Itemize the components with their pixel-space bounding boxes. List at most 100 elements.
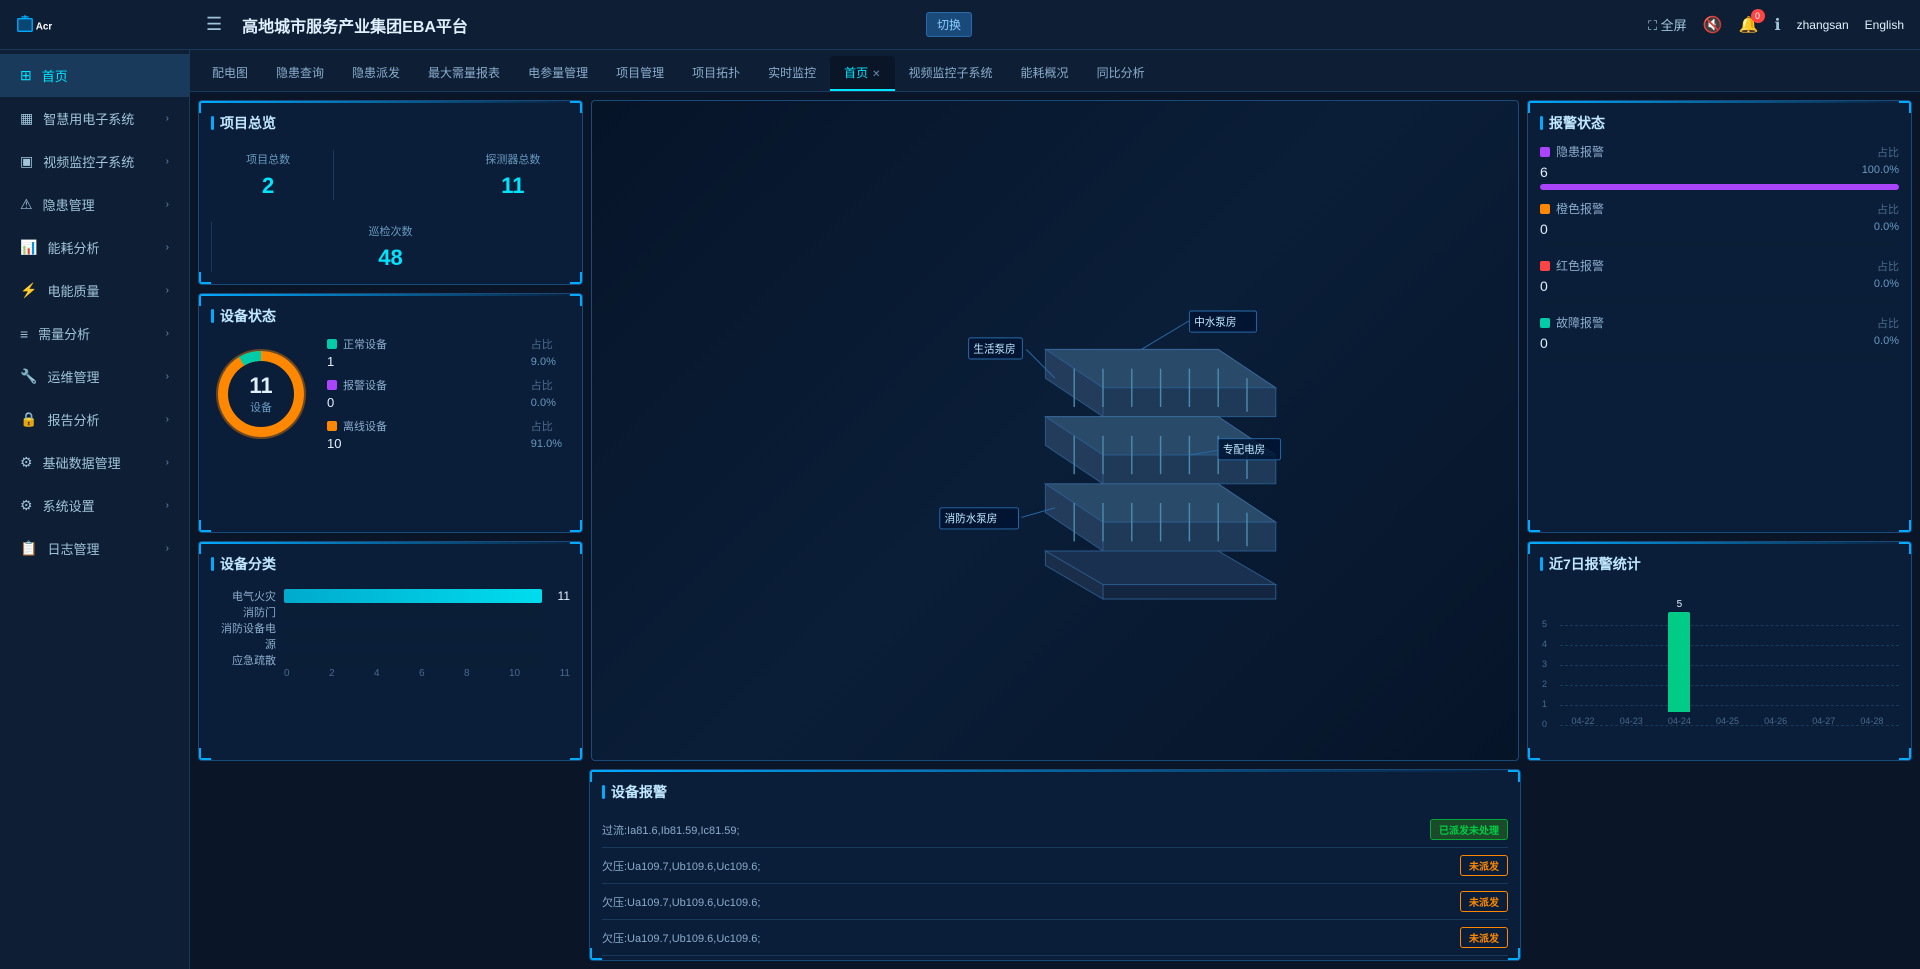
sidebar-icon-system-settings: ⚙	[20, 497, 33, 514]
sidebar-icon-log-management: 📋	[20, 540, 37, 557]
sidebar-icon-demand-analysis: ≡	[20, 326, 28, 342]
recent-alarms-title: 近7日报警统计	[1540, 554, 1899, 574]
sidebar-item-ops-management[interactable]: 🔧 运维管理 ›	[0, 355, 189, 398]
donut-number: 11	[249, 373, 272, 399]
svg-text:生活泵房: 生活泵房	[973, 342, 1015, 355]
volume-icon[interactable]: 🔇	[1703, 15, 1723, 35]
sidebar-icon-power-quality: ⚡	[20, 282, 37, 299]
nav-tab-同比分析[interactable]: 同比分析	[1083, 56, 1159, 91]
nav-tab-项目拓扑[interactable]: 项目拓扑	[678, 56, 754, 91]
device-alarms-panel: 设备报警 过流:Ia81.6,Ib81.59,Ic81.59; 已派发未处理 欠…	[589, 769, 1521, 961]
notification-bell[interactable]: 🔔 0	[1739, 15, 1759, 35]
sidebar-label-energy-analysis: 能耗分析	[47, 238, 99, 257]
chevron-icon-demand-analysis: ›	[166, 328, 169, 339]
nav-tab-项目管理[interactable]: 项目管理	[602, 56, 678, 91]
sidebar-item-basic-data[interactable]: ⚙ 基础数据管理 ›	[0, 441, 189, 484]
device-category-chart: 电气火灾 11 消防门 消防设备电源 应急疏散	[211, 584, 570, 668]
bar-axis: 024681011	[284, 668, 570, 679]
nav-tab-实时监控[interactable]: 实时监控	[754, 56, 830, 91]
stat-inspection-value: 48	[337, 245, 443, 271]
sidebar-item-hidden-danger[interactable]: ⚠ 隐患管理 ›	[0, 183, 189, 226]
nav-tab-最大需量报表[interactable]: 最大需量报表	[414, 56, 514, 91]
chart-bar-date: 04-23	[1620, 716, 1643, 726]
main-layout: ⊞ 首页 ▦ 智慧用电子系统 › ▣ 视频监控子系统 › ⚠ 隐患管理 › 📊 …	[0, 50, 1920, 969]
language-label[interactable]: English	[1865, 18, 1904, 32]
sidebar-label-demand-analysis: 需量分析	[38, 324, 90, 343]
sidebar-item-power-quality[interactable]: ⚡ 电能质量 ›	[0, 269, 189, 312]
svg-text:消防水泵房: 消防水泵房	[945, 512, 998, 525]
bar-track	[284, 605, 542, 619]
project-stats-row1: 项目总数 2 探测器总数 11 巡检次数 48	[211, 143, 570, 279]
alarm-table-row: 欠压:Ua109.7,Ub109.6,Uc109.6; 未派发	[602, 848, 1508, 884]
chart-bar-date: 04-24	[1668, 716, 1691, 726]
alarm-status-panel: 报警状态 隐患报警 占比 6 100.0% 橙色报警 占比 0 0.0%	[1527, 100, 1912, 533]
chart-bar-column: 5 04-24	[1656, 599, 1702, 726]
chart-bar-column: 04-23	[1608, 701, 1654, 726]
hamburger-icon[interactable]: ☰	[206, 14, 222, 35]
chart-bar-date: 04-25	[1716, 716, 1739, 726]
help-icon[interactable]: ℹ	[1775, 15, 1781, 35]
sidebar-item-demand-analysis[interactable]: ≡ 需量分析 ›	[0, 312, 189, 355]
alarm-status-title: 报警状态	[1540, 113, 1899, 133]
nav-tab-隐患派发[interactable]: 隐患派发	[338, 56, 414, 91]
legend-normal-pct: 9.0%	[531, 356, 562, 368]
sidebar-item-home[interactable]: ⊞ 首页	[0, 54, 189, 97]
nav-tab-能耗概况[interactable]: 能耗概况	[1007, 56, 1083, 91]
alarm-status-row: 红色报警 占比 0 0.0%	[1540, 257, 1899, 304]
chevron-icon-smart-electrical: ›	[166, 113, 169, 124]
device-category-panel: 设备分类 电气火灾 11 消防门 消防设备电源 应急疏散 024681011	[198, 541, 583, 761]
sidebar-icon-video: ▣	[20, 153, 33, 170]
model-center: 中水泵房 生活泵房 专配电房 消防水泵房	[591, 100, 1519, 761]
chart-bar-date: 04-22	[1572, 716, 1595, 726]
svg-text:Acrel: Acrel	[36, 21, 52, 32]
sidebar-item-smart-electrical[interactable]: ▦ 智慧用电子系统 ›	[0, 97, 189, 140]
sidebar-label-ops-management: 运维管理	[47, 367, 99, 386]
nav-tab-视频监控子系统[interactable]: 视频监控子系统	[895, 56, 1007, 91]
sidebar-icon-report-analysis: 🔒	[20, 411, 37, 428]
stat-project-count-label: 项目总数	[215, 151, 321, 167]
sidebar-item-energy-analysis[interactable]: 📊 能耗分析 ›	[0, 226, 189, 269]
device-status-content: 11 设备 正常设备 占比 1	[211, 336, 570, 451]
category-bar-row: 应急疏散	[211, 652, 570, 668]
project-overview-panel: 项目总览 项目总数 2 探测器总数 11	[198, 100, 583, 285]
sidebar-label-system-settings: 系统设置	[43, 496, 95, 515]
sidebar-icon-ops-management: 🔧	[20, 368, 37, 385]
sidebar-icon-home: ⊞	[20, 67, 32, 84]
switch-button[interactable]: 切换	[926, 12, 972, 37]
nav-tab-配电图[interactable]: 配电图	[198, 56, 262, 91]
chevron-icon-log-management: ›	[166, 543, 169, 554]
svg-text:中水泵房: 中水泵房	[1194, 315, 1236, 328]
category-bar-row: 消防门	[211, 604, 570, 620]
svg-text:专配电房: 专配电房	[1223, 443, 1265, 456]
sidebar-item-system-settings[interactable]: ⚙ 系统设置 ›	[0, 484, 189, 527]
category-bar-row: 消防设备电源	[211, 620, 570, 652]
legend-alarm-label: 报警设备	[327, 377, 523, 393]
chart-bar	[1668, 612, 1690, 712]
nav-tab-首页[interactable]: 首页✕	[830, 56, 894, 91]
page-title: 高地城市服务产业集团EBA平台	[242, 13, 918, 37]
chevron-icon-power-quality: ›	[166, 285, 169, 296]
alarm-status-tag: 未派发	[1460, 855, 1508, 876]
tab-close-icon[interactable]: ✕	[872, 69, 880, 80]
nav-tab-隐患查询[interactable]: 隐患查询	[262, 56, 338, 91]
stat-sensor-count: 探测器总数 11	[456, 143, 570, 207]
alarm-status-tag: 未派发	[1460, 891, 1508, 912]
bar-track	[284, 589, 542, 603]
sidebar-label-home: 首页	[42, 66, 68, 85]
recent-alarms-panel: 近7日报警统计 012345 04-22 04-23 5 04-24 04-25…	[1527, 541, 1912, 761]
nav-tab-电参量管理[interactable]: 电参量管理	[514, 56, 602, 91]
legend-normal-sub: 占比	[531, 336, 562, 352]
sidebar-label-video: 视频监控子系统	[43, 152, 134, 171]
chevron-icon-hidden-danger: ›	[166, 199, 169, 210]
fullscreen-icon[interactable]: ⛶ 全屏	[1648, 15, 1687, 34]
chevron-icon-video: ›	[166, 156, 169, 167]
building-svg: 中水泵房 生活泵房 专配电房 消防水泵房	[815, 261, 1295, 601]
recent-alarms-chart: 012345 04-22 04-23 5 04-24 04-25 04-26 0…	[1540, 584, 1899, 748]
sidebar-label-smart-electrical: 智慧用电子系统	[43, 109, 134, 128]
sidebar-item-report-analysis[interactable]: 🔒 报告分析 ›	[0, 398, 189, 441]
sidebar-label-hidden-danger: 隐患管理	[43, 195, 95, 214]
sidebar-item-log-management[interactable]: 📋 日志管理 ›	[0, 527, 189, 570]
sidebar-item-video[interactable]: ▣ 视频监控子系统 ›	[0, 140, 189, 183]
chevron-icon-energy-analysis: ›	[166, 242, 169, 253]
chart-bar-column: 04-26	[1753, 701, 1799, 726]
